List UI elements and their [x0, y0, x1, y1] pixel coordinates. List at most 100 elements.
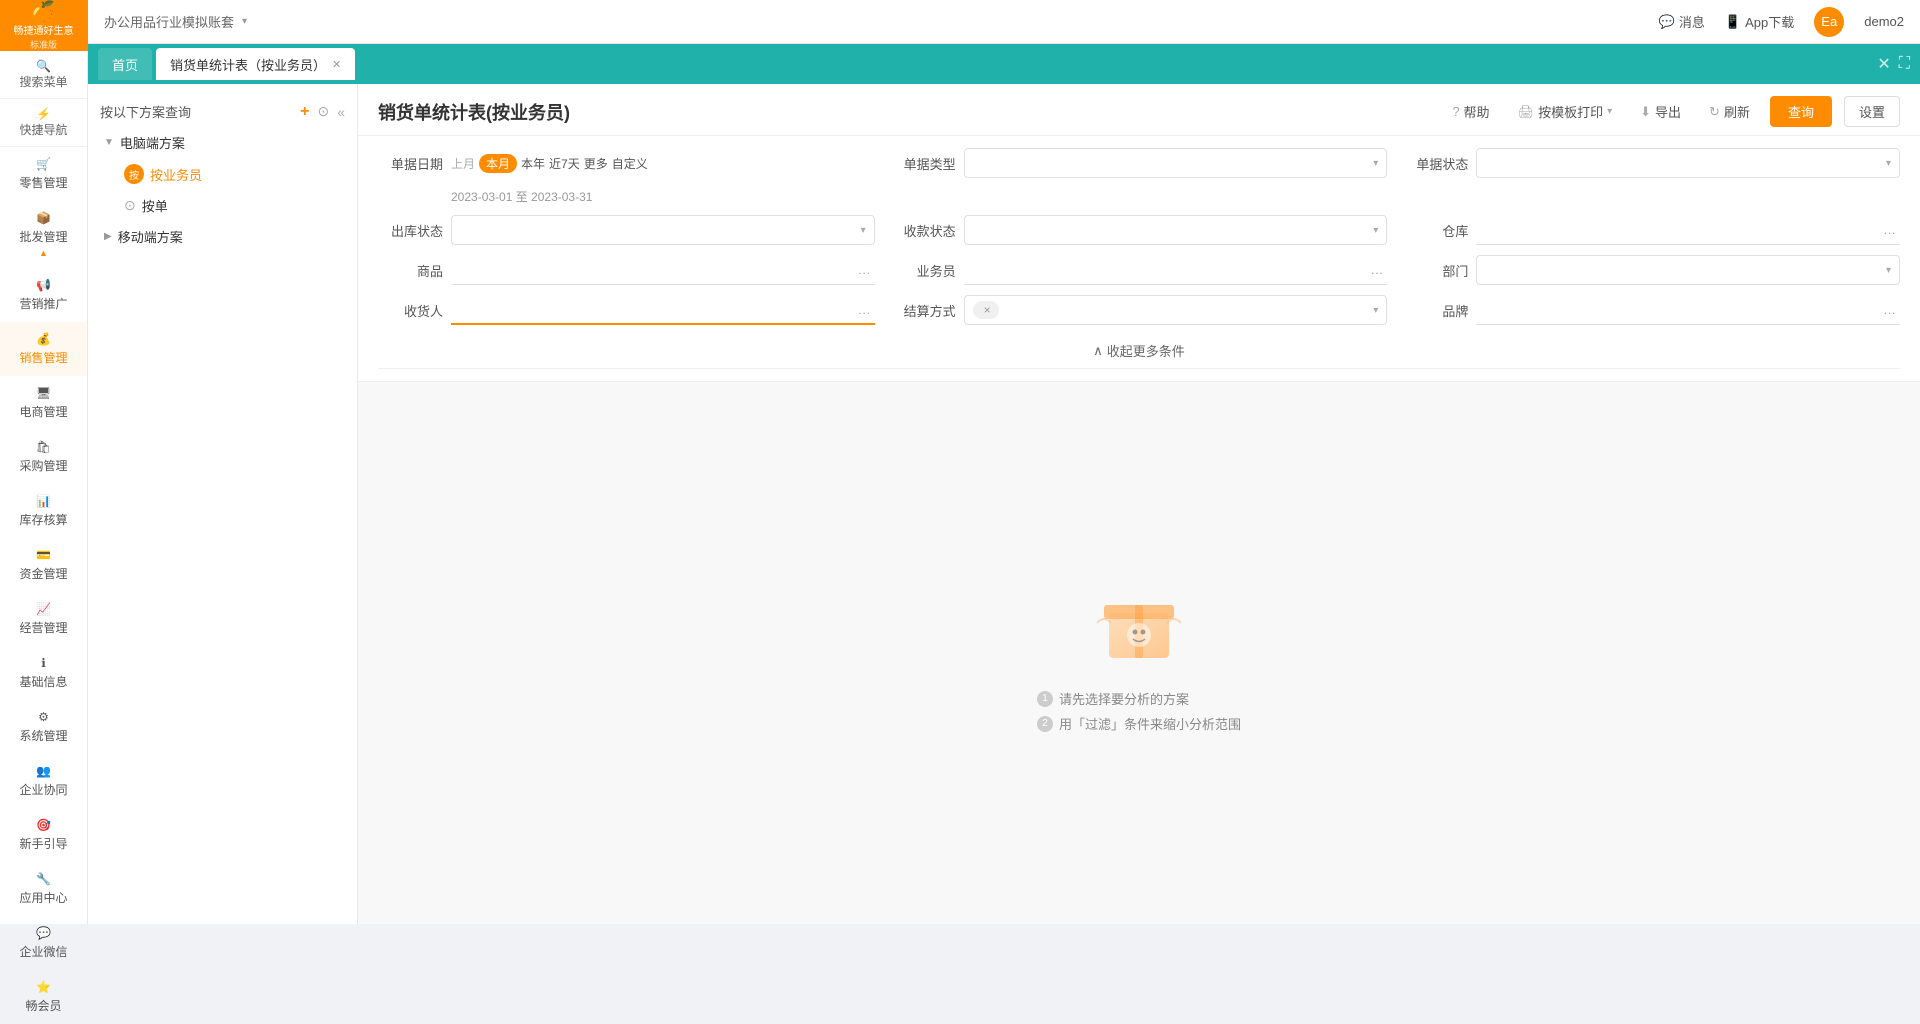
tab-sales-stats-label: 销货单统计表（按业务员）	[170, 55, 326, 74]
goods-dots[interactable]: …	[858, 262, 871, 277]
filter-row-3: 商品 … 业务员 … 部门	[378, 255, 1900, 285]
dept-select[interactable]: ▾	[1476, 255, 1900, 285]
tab-sales-stats[interactable]: 销货单统计表（按业务员） ✕	[156, 48, 355, 80]
app-download-btn[interactable]: 📱 App下载	[1725, 12, 1794, 31]
sidebar-item-corp[interactable]: 👥 企业协同	[0, 754, 87, 808]
topbar-left: 办公用品行业模拟账套 ▾	[104, 12, 247, 31]
shortcut-nav[interactable]: ⚡ 快捷导航	[0, 99, 87, 147]
basic-icon: ℹ	[41, 656, 46, 670]
sidebar-item-inventory[interactable]: 📊 库存核算	[0, 484, 87, 538]
settlement-select[interactable]: × ▾	[964, 295, 1388, 325]
user-avatar[interactable]: Ea	[1814, 7, 1844, 37]
sidebar-item-marketing[interactable]: 📢 营销推广	[0, 268, 87, 322]
tab-home[interactable]: 首页	[98, 48, 152, 80]
collapse-panel-icon[interactable]: «	[337, 104, 345, 120]
finance-icon: 💳	[36, 548, 51, 562]
sidebar-item-apps[interactable]: 🔧 应用中心	[0, 862, 87, 916]
filter-brand: 品牌 …	[1403, 295, 1900, 325]
out-select[interactable]: ▾	[451, 215, 875, 245]
warehouse-input[interactable]: …	[1476, 215, 1900, 245]
brand-input[interactable]: …	[1476, 295, 1900, 325]
app-logo[interactable]: 🍊 畅捷通好生意 标准版	[0, 0, 88, 51]
sidebar-item-ecommerce[interactable]: 🖥 电商管理	[0, 376, 87, 430]
type-select[interactable]: ▾	[964, 148, 1388, 178]
tree-group-mobile[interactable]: ▶ 移动端方案	[88, 221, 357, 252]
bill-status-arrow: ▾	[1886, 158, 1891, 169]
user-name[interactable]: demo2	[1864, 14, 1904, 29]
tabbar: 首页 销货单统计表（按业务员） ✕ ✕ ⛶	[88, 44, 1920, 84]
panel-icons: + ⊙ «	[300, 103, 345, 121]
tree-group-desktop[interactable]: ▼ 电脑端方案	[88, 127, 357, 158]
settlement-arrow: ▾	[1373, 305, 1378, 316]
date-7days-btn[interactable]: 近7天	[549, 155, 580, 172]
sidebar-item-finance[interactable]: 💳 资金管理	[0, 538, 87, 592]
tree-item-order-label: 按单	[142, 196, 168, 215]
refresh-icon: ↻	[1709, 104, 1720, 120]
tab-close-all-icon[interactable]: ✕	[1877, 54, 1890, 74]
collapse-btn[interactable]: ∧ 收起更多条件	[1093, 341, 1185, 360]
sidebar-item-system[interactable]: ⚙ 系统管理	[0, 700, 87, 754]
goods-input[interactable]: …	[451, 255, 875, 285]
date-range-display: 2023-03-01 至 2023-03-31	[451, 188, 1900, 205]
tree-item-salesman-label: 按业务员	[150, 165, 202, 184]
settlement-tag-clear[interactable]: ×	[984, 303, 991, 317]
message-btn[interactable]: 💬 消息	[1659, 12, 1705, 31]
sidebar-item-sales[interactable]: 💰 销售管理	[0, 322, 87, 376]
tree-chevron-right: ▶	[104, 231, 112, 242]
tabbar-actions: ✕ ⛶	[1877, 54, 1910, 74]
settings-button[interactable]: 设置	[1844, 96, 1900, 127]
tab-close-icon[interactable]: ✕	[332, 58, 341, 71]
brand-dots[interactable]: …	[1883, 302, 1896, 317]
sidebar-item-basic[interactable]: ℹ 基础信息	[0, 646, 87, 700]
sidebar-item-wechat[interactable]: 💬 企业微信	[0, 916, 87, 970]
empty-tip-1: 1 请先选择要分析的方案	[1037, 689, 1241, 708]
salesman-input[interactable]: …	[964, 255, 1388, 285]
filter-goods: 商品 …	[378, 255, 875, 285]
tree-item-by-salesman[interactable]: 按 按业务员	[88, 158, 357, 190]
search-menu[interactable]: 🔍 搜索菜单	[0, 51, 87, 99]
warehouse-dots[interactable]: …	[1883, 222, 1896, 237]
help-btn[interactable]: ? 帮助	[1444, 98, 1497, 125]
empty-illustration	[1089, 573, 1189, 673]
wechat-icon: 💬	[36, 926, 51, 940]
breadcrumb-arrow[interactable]: ▾	[242, 16, 247, 27]
tip1-text: 请先选择要分析的方案	[1059, 689, 1189, 708]
export-btn[interactable]: ⬇ 导出	[1632, 98, 1689, 125]
settings-scheme-icon[interactable]: ⊙	[317, 103, 329, 120]
date-year-btn[interactable]: 本年	[521, 155, 545, 172]
consignee-dots[interactable]: …	[858, 302, 871, 317]
empty-tips: 1 请先选择要分析的方案 2 用「过滤」条件来缩小分析范围	[1037, 689, 1241, 733]
sidebar-item-newbie[interactable]: 🎯 新手引导	[0, 808, 87, 862]
bill-status-select[interactable]: ▾	[1476, 148, 1900, 178]
query-button[interactable]: 查询	[1770, 96, 1832, 127]
filter-out-status: 出库状态 ▾	[378, 215, 875, 245]
sidebar-item-retail[interactable]: 🛒 零售管理	[0, 147, 87, 201]
consignee-input[interactable]: …	[451, 295, 875, 325]
date-more-btn[interactable]: 更多	[584, 155, 608, 172]
refresh-btn[interactable]: ↻ 刷新	[1701, 98, 1758, 125]
sidebar-item-operation[interactable]: 📈 经营管理	[0, 592, 87, 646]
salesman-dots[interactable]: …	[1370, 262, 1383, 277]
date-custom-btn[interactable]: 自定义	[612, 155, 648, 172]
right-panel: 销货单统计表(按业务员) ? 帮助 🖨 按模板打印 ▾ ⬇ 导出	[358, 84, 1920, 924]
template-print-btn[interactable]: 🖨 按模板打印 ▾	[1510, 98, 1621, 125]
tree-chevron-down: ▼	[104, 137, 114, 148]
add-scheme-icon[interactable]: +	[300, 103, 309, 121]
date-prev-btn[interactable]: 上月	[451, 155, 475, 172]
filter-salesman: 业务员 …	[891, 255, 1388, 285]
brand-label: 品牌	[1403, 301, 1468, 320]
sidebar-item-wholesale[interactable]: 📦 批发管理 ▲	[0, 201, 87, 268]
date-current-btn[interactable]: 本月	[479, 154, 517, 173]
tab-expand-icon[interactable]: ⛶	[1899, 55, 1910, 73]
empty-tip-2: 2 用「过滤」条件来缩小分析范围	[1037, 714, 1241, 733]
receipt-arrow: ▾	[1373, 225, 1378, 236]
filter-settlement: 结算方式 × ▾	[891, 295, 1388, 325]
tree-item-by-order[interactable]: ⊙ 按单	[88, 190, 357, 221]
topbar: 办公用品行业模拟账套 ▾ 💬 消息 📱 App下载 Ea demo2	[88, 0, 1920, 44]
filter-warehouse: 仓库 …	[1403, 215, 1900, 245]
apps-icon: 🔧	[36, 872, 51, 886]
sidebar-item-member[interactable]: ⭐ 畅会员	[0, 970, 87, 1024]
receipt-select[interactable]: ▾	[964, 215, 1388, 245]
sidebar-item-purchase[interactable]: 🛍 采购管理	[0, 430, 87, 484]
print-icon: 🖨	[1518, 104, 1535, 120]
